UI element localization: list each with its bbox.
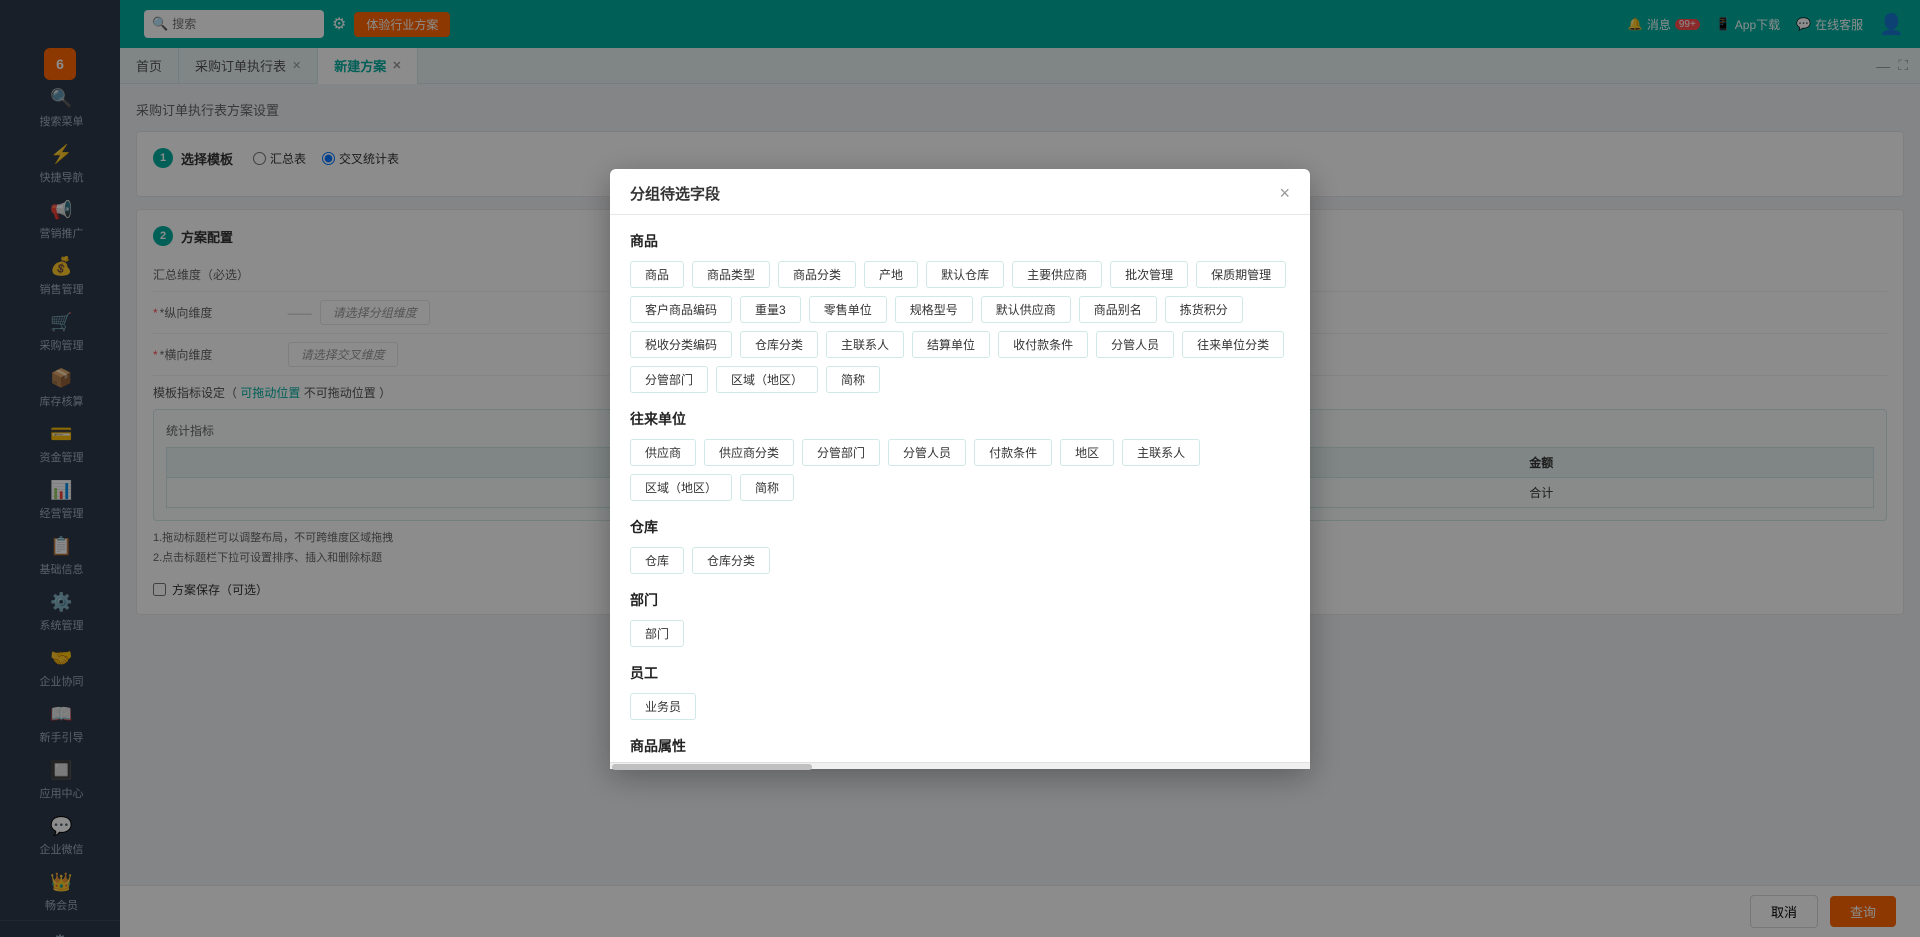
field-tag-0-18[interactable]: 结算单位 (912, 331, 990, 358)
modal-body: 商品商品商品类型商品分类产地默认仓库主要供应商批次管理保质期管理客户商品编码重量… (610, 215, 1310, 762)
field-tag-0-7[interactable]: 保质期管理 (1196, 261, 1286, 288)
modal-overlay[interactable]: 分组待选字段 × 商品商品商品类型商品分类产地默认仓库主要供应商批次管理保质期管… (0, 0, 1920, 937)
field-tags-1: 供应商供应商分类分管部门分管人员付款条件地区主联系人区域（地区） 简称 (630, 439, 1290, 501)
modal-close-button[interactable]: × (1279, 183, 1290, 204)
field-tag-0-13[interactable]: 商品别名 (1079, 296, 1157, 323)
section-title-4: 员工 (630, 663, 1290, 683)
field-tag-0-10[interactable]: 零售单位 (809, 296, 887, 323)
field-tag-1-5[interactable]: 地区 (1060, 439, 1114, 466)
section-title-3: 部门 (630, 590, 1290, 610)
section-title-0: 商品 (630, 231, 1290, 251)
modal-dialog: 分组待选字段 × 商品商品商品类型商品分类产地默认仓库主要供应商批次管理保质期管… (610, 169, 1310, 769)
field-tag-0-15[interactable]: 税收分类编码 (630, 331, 732, 358)
field-tag-0-22[interactable]: 分管部门 (630, 366, 708, 393)
section-title-5: 商品属性 (630, 736, 1290, 756)
field-tag-0-16[interactable]: 仓库分类 (740, 331, 818, 358)
field-tag-1-1[interactable]: 供应商分类 (704, 439, 794, 466)
modal-header: 分组待选字段 × (610, 169, 1310, 215)
field-tag-0-5[interactable]: 主要供应商 (1012, 261, 1102, 288)
field-tag-0-11[interactable]: 规格型号 (895, 296, 973, 323)
field-tag-3-0[interactable]: 部门 (630, 620, 684, 647)
modal-title: 分组待选字段 (630, 183, 720, 204)
field-tag-1-0[interactable]: 供应商 (630, 439, 696, 466)
field-tag-1-2[interactable]: 分管部门 (802, 439, 880, 466)
field-tag-0-24[interactable]: 简称 (826, 366, 880, 393)
field-tags-2: 仓库仓库分类 (630, 547, 1290, 574)
field-tag-1-7[interactable]: 区域（地区） (630, 474, 732, 501)
field-tag-0-17[interactable]: 主联系人 (826, 331, 904, 358)
section-title-1: 往来单位 (630, 409, 1290, 429)
field-tag-0-3[interactable]: 产地 (864, 261, 918, 288)
section-title-2: 仓库 (630, 517, 1290, 537)
field-tag-0-1[interactable]: 商品类型 (692, 261, 770, 288)
field-tag-0-6[interactable]: 批次管理 (1110, 261, 1188, 288)
field-tag-0-12[interactable]: 默认供应商 (981, 296, 1071, 323)
field-tags-0: 商品商品类型商品分类产地默认仓库主要供应商批次管理保质期管理客户商品编码重量3 零… (630, 261, 1290, 393)
field-tag-1-3[interactable]: 分管人员 (888, 439, 966, 466)
field-tags-3: 部门 (630, 620, 1290, 647)
field-tag-0-20[interactable]: 分管人员 (1096, 331, 1174, 358)
modal-horizontal-scrollbar[interactable] (610, 762, 1310, 769)
field-tag-0-4[interactable]: 默认仓库 (926, 261, 1004, 288)
field-tags-4: 业务员 (630, 693, 1290, 720)
field-tag-0-21[interactable]: 往来单位分类 (1182, 331, 1284, 358)
field-tag-1-4[interactable]: 付款条件 (974, 439, 1052, 466)
field-tag-0-23[interactable]: 区域（地区） (716, 366, 818, 393)
field-tag-0-2[interactable]: 商品分类 (778, 261, 856, 288)
field-tag-1-8[interactable]: 简称 (740, 474, 794, 501)
field-tag-0-19[interactable]: 收付款条件 (998, 331, 1088, 358)
field-tag-0-9[interactable]: 重量3 (740, 296, 801, 323)
field-tag-0-8[interactable]: 客户商品编码 (630, 296, 732, 323)
field-tag-1-6[interactable]: 主联系人 (1122, 439, 1200, 466)
field-tag-0-14[interactable]: 拣货积分 (1165, 296, 1243, 323)
field-tag-0-0[interactable]: 商品 (630, 261, 684, 288)
field-tag-4-0[interactable]: 业务员 (630, 693, 696, 720)
field-tag-2-0[interactable]: 仓库 (630, 547, 684, 574)
field-tag-2-1[interactable]: 仓库分类 (692, 547, 770, 574)
